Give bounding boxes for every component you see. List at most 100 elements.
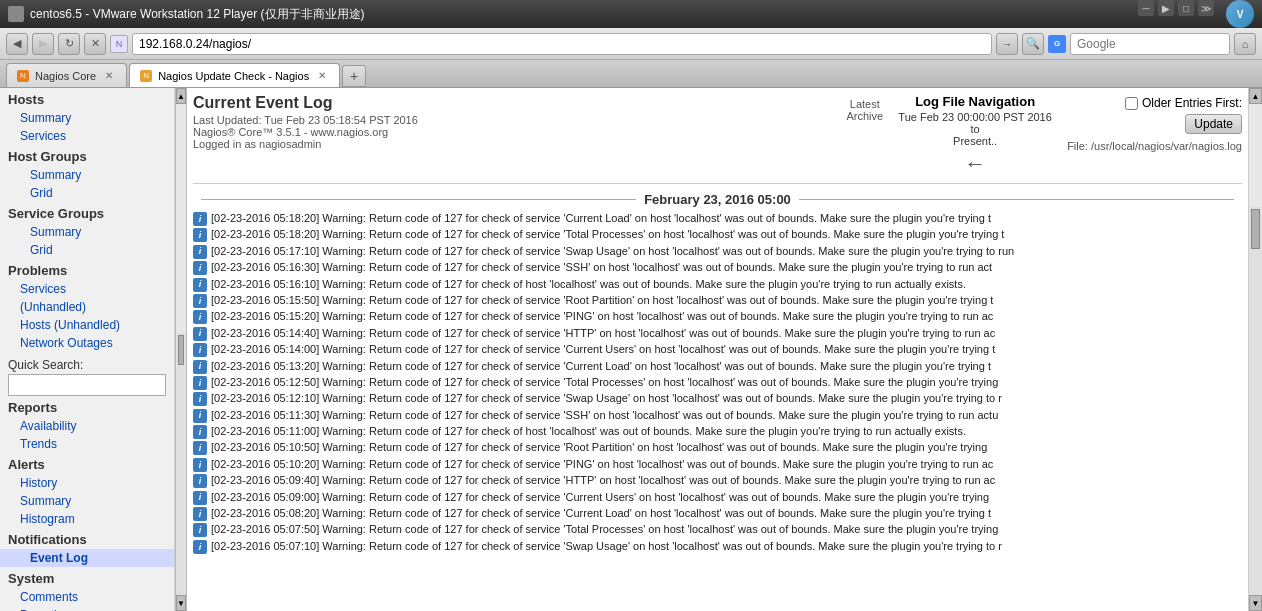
refresh-button[interactable]: ↻ [58, 33, 80, 55]
log-entry-text: [02-23-2016 05:09:00] Warning: Return co… [211, 490, 1242, 505]
log-entry-icon[interactable]: i [193, 458, 207, 472]
sidebar-item-alert-summary[interactable]: Summary [0, 492, 174, 510]
new-tab-button[interactable]: + [342, 65, 366, 87]
go-button[interactable]: → [996, 33, 1018, 55]
search-input[interactable] [1070, 33, 1230, 55]
tab-label-nagios-core: Nagios Core [35, 70, 96, 82]
date-separator-text: February 23, 2016 05:00 [644, 192, 791, 207]
tab-nagios-update[interactable]: N Nagios Update Check - Nagios ✕ [129, 63, 340, 87]
maximize-button[interactable]: □ [1178, 0, 1194, 16]
sidebar-item-sg-grid[interactable]: Grid [0, 241, 174, 259]
sidebar-item-prob-unhandled-svc[interactable]: (Unhandled) [0, 298, 174, 316]
log-entry-icon[interactable]: i [193, 294, 207, 308]
log-entry-icon[interactable]: i [193, 360, 207, 374]
sidebar-section-hostgroups[interactable]: Host Groups [0, 145, 174, 166]
older-entries-checkbox[interactable] [1125, 97, 1138, 110]
tab-close-nagios-core[interactable]: ✕ [102, 69, 116, 83]
sidebar-item-hg-summary[interactable]: Summary [0, 166, 174, 184]
content-scroll-thumb[interactable] [1251, 209, 1260, 249]
sidebar-item-sg-summary[interactable]: Summary [0, 223, 174, 241]
sidebar: Hosts Summary Services Host Groups Summa… [0, 88, 175, 611]
content-scrollbar[interactable]: ▲ ▼ [1248, 88, 1262, 611]
log-entry: i [02-23-2016 05:11:00] Warning: Return … [193, 424, 1242, 439]
log-entries-container: i [02-23-2016 05:18:20] Warning: Return … [193, 211, 1242, 554]
sidebar-item-hosts-summary[interactable]: Summary [0, 109, 174, 127]
search-icon[interactable]: 🔍 [1022, 33, 1044, 55]
home-button[interactable]: ⌂ [1234, 33, 1256, 55]
player-button[interactable]: ▶ [1158, 0, 1174, 16]
window-title: centos6.5 - VMware Workstation 12 Player… [30, 6, 365, 23]
sidebar-section-problems[interactable]: Problems [0, 259, 174, 280]
sidebar-item-downtime[interactable]: Downtime [0, 606, 174, 611]
minimize-button[interactable]: ─ [1138, 0, 1154, 16]
log-entry-icon[interactable]: i [193, 261, 207, 275]
sidebar-item-hosts-services[interactable]: Services [0, 127, 174, 145]
log-entry-icon[interactable]: i [193, 474, 207, 488]
content-scroll-up[interactable]: ▲ [1249, 88, 1262, 104]
log-entry-text: [02-23-2016 05:15:50] Warning: Return co… [211, 293, 1242, 308]
log-entry-icon[interactable]: i [193, 245, 207, 259]
sidebar-section-servicegroups[interactable]: Service Groups [0, 202, 174, 223]
log-entry-icon[interactable]: i [193, 491, 207, 505]
tab-favicon-update: N [140, 70, 152, 82]
sidebar-item-availability[interactable]: Availability [0, 417, 174, 435]
tabs-bar: N Nagios Core ✕ N Nagios Update Check - … [0, 60, 1262, 88]
log-entry-icon[interactable]: i [193, 441, 207, 455]
log-entry-icon[interactable]: i [193, 392, 207, 406]
log-entry-icon[interactable]: i [193, 278, 207, 292]
update-button[interactable]: Update [1185, 114, 1242, 134]
sidebar-item-prob-hosts-unhandled[interactable]: Hosts (Unhandled) [0, 316, 174, 334]
sidebar-item-alert-histogram[interactable]: Histogram [0, 510, 174, 528]
tab-nagios-core[interactable]: N Nagios Core ✕ [6, 63, 127, 87]
content-header: Current Event Log Last Updated: Tue Feb … [193, 94, 1242, 184]
log-entry-icon[interactable]: i [193, 228, 207, 242]
log-entry: i [02-23-2016 05:14:00] Warning: Return … [193, 342, 1242, 357]
window-titlebar: centos6.5 - VMware Workstation 12 Player… [0, 0, 1262, 28]
log-entry-icon[interactable]: i [193, 507, 207, 521]
log-entry-text: [02-23-2016 05:14:40] Warning: Return co… [211, 326, 1242, 341]
stop-button[interactable]: ✕ [84, 33, 106, 55]
sidebar-item-hg-grid[interactable]: Grid [0, 184, 174, 202]
log-entry-icon[interactable]: i [193, 425, 207, 439]
sidebar-scroll-up[interactable]: ▲ [176, 88, 186, 104]
sidebar-section-reports[interactable]: Reports [0, 396, 174, 417]
log-nav-prev-arrow[interactable]: ← [895, 151, 1055, 177]
sidebar-item-prob-network[interactable]: Network Outages [0, 334, 174, 352]
sidebar-item-alert-history[interactable]: History [0, 474, 174, 492]
more-button[interactable]: ≫ [1198, 0, 1214, 16]
sidebar-section-notifications[interactable]: Notifications [0, 528, 174, 549]
forward-button[interactable]: ▶ [32, 33, 54, 55]
content-scroll-down[interactable]: ▼ [1249, 595, 1262, 611]
log-entry-icon[interactable]: i [193, 212, 207, 226]
sidebar-item-event-log[interactable]: Event Log [0, 549, 174, 567]
log-entry-icon[interactable]: i [193, 327, 207, 341]
sidebar-item-trends[interactable]: Trends [0, 435, 174, 453]
sidebar-scroll-down[interactable]: ▼ [176, 595, 186, 611]
archive-label: LatestArchive [846, 94, 883, 122]
sidebar-scroll-thumb[interactable] [178, 335, 184, 365]
log-entry-icon[interactable]: i [193, 523, 207, 537]
address-bar[interactable] [132, 33, 992, 55]
tab-close-nagios-update[interactable]: ✕ [315, 69, 329, 83]
log-entry: i [02-23-2016 05:10:50] Warning: Return … [193, 440, 1242, 455]
sidebar-scrollbar[interactable]: ▲ ▼ [175, 88, 187, 611]
event-log-info: Current Event Log Last Updated: Tue Feb … [193, 94, 834, 150]
file-info: File: /usr/local/nagios/var/nagios.log [1067, 140, 1242, 152]
quick-search-input[interactable] [8, 374, 166, 396]
log-entry-icon[interactable]: i [193, 310, 207, 324]
back-button[interactable]: ◀ [6, 33, 28, 55]
sidebar-item-comments[interactable]: Comments [0, 588, 174, 606]
log-entry-icon[interactable]: i [193, 409, 207, 423]
sidebar-section-alerts[interactable]: Alerts [0, 453, 174, 474]
log-entry-icon[interactable]: i [193, 540, 207, 554]
log-entry-text: [02-23-2016 05:12:50] Warning: Return co… [211, 375, 1242, 390]
log-entry-text: [02-23-2016 05:07:10] Warning: Return co… [211, 539, 1242, 554]
sidebar-item-prob-services[interactable]: Services [0, 280, 174, 298]
log-entry-icon[interactable]: i [193, 376, 207, 390]
sidebar-section-hosts[interactable]: Hosts [0, 88, 174, 109]
log-entry-icon[interactable]: i [193, 343, 207, 357]
window-controls[interactable]: ─ ▶ □ ≫ V [1138, 0, 1254, 28]
sidebar-section-system[interactable]: System [0, 567, 174, 588]
log-entry: i [02-23-2016 05:15:20] Warning: Return … [193, 309, 1242, 324]
log-entry: i [02-23-2016 05:10:20] Warning: Return … [193, 457, 1242, 472]
